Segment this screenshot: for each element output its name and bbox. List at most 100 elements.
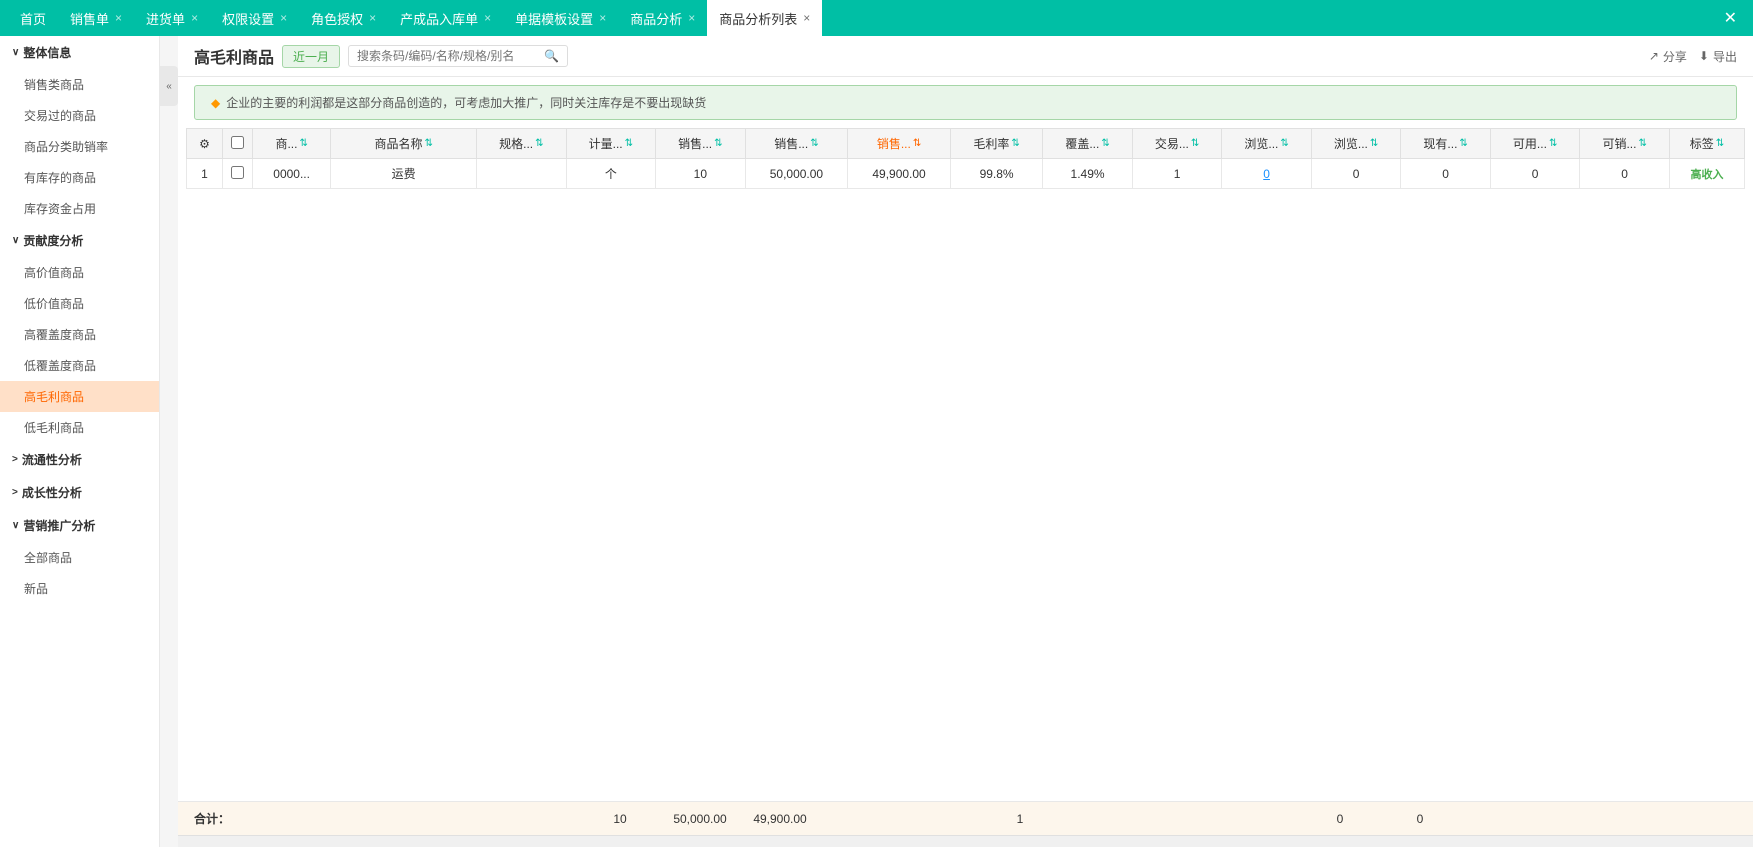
search-icon[interactable]: 🔍	[544, 49, 559, 63]
footer-available: 0	[1300, 812, 1380, 826]
cell-spec	[477, 159, 567, 189]
col-unit[interactable]: 计量...⇅	[566, 129, 656, 159]
sidebar-item-商品分类助销率[interactable]: 商品分类助销率	[0, 131, 159, 162]
cell-tag: 高收入	[1669, 159, 1744, 189]
sidebar-group-label: 成长性分析	[22, 484, 82, 501]
share-icon: ↗	[1649, 49, 1659, 63]
footer-browse2	[1140, 812, 1220, 826]
col-current-stock[interactable]: 现有...⇅	[1401, 129, 1491, 159]
col-sales-profit[interactable]: 销售...⇅	[848, 129, 951, 159]
nav-item-商品分析列表[interactable]: 商品分析列表×	[707, 0, 822, 36]
sidebar-group-label: 整体信息	[23, 44, 71, 61]
nav-item-进货单[interactable]: 进货单×	[134, 0, 210, 36]
sidebar-group-流通性分析[interactable]: >流通性分析	[0, 443, 159, 476]
page-title: 高毛利商品	[194, 44, 274, 68]
cell-code: 0000...	[253, 159, 331, 189]
close-tab-商品分析列表[interactable]: ×	[803, 11, 810, 25]
sidebar-group-整体信息[interactable]: ∨ 整体信息	[0, 36, 159, 69]
close-tab-产成品入库单[interactable]: ×	[484, 11, 491, 25]
col-browse1[interactable]: 浏览...⇅	[1222, 129, 1312, 159]
sidebar-item-高毛利商品[interactable]: 高毛利商品	[0, 381, 159, 412]
cell-browse1[interactable]: 0	[1222, 159, 1312, 189]
sidebar-item-交易过的商品[interactable]: 交易过的商品	[0, 100, 159, 131]
col-available[interactable]: 可用...⇅	[1490, 129, 1580, 159]
sidebar-arrow: ∨	[12, 235, 19, 246]
cell-gross-margin: 99.8%	[950, 159, 1042, 189]
close-tab-进货单[interactable]: ×	[191, 11, 198, 25]
info-text: 企业的主要的利润都是这部分商品创造的，可考虑加大推广，同时关注库存是不要出现缺货	[226, 94, 706, 111]
sidebar-item-高覆盖度商品[interactable]: 高覆盖度商品	[0, 319, 159, 350]
col-browse2[interactable]: 浏览...⇅	[1311, 129, 1401, 159]
close-tab-商品分析[interactable]: ×	[688, 11, 695, 25]
col-tag[interactable]: 标签⇅	[1669, 129, 1744, 159]
table-container: ⚙ 商...⇅ 商品名称⇅ 规格...⇅ 计量...⇅ 销售...⇅ 销售...…	[178, 128, 1753, 801]
sidebar-collapse-btn[interactable]: «	[160, 66, 178, 106]
sidebar-arrow: ∨	[12, 47, 19, 58]
cell-trade: 1	[1132, 159, 1222, 189]
nav-item-商品分析[interactable]: 商品分析×	[618, 0, 707, 36]
col-coverage[interactable]: 覆盖...⇅	[1043, 129, 1133, 159]
col-sales-amount[interactable]: 销售...⇅	[745, 129, 848, 159]
share-btn[interactable]: ↗ 分享	[1649, 48, 1687, 65]
nav-item-角色授权[interactable]: 角色授权×	[299, 0, 388, 36]
col-code[interactable]: 商...⇅	[253, 129, 331, 159]
footer-spacer2	[340, 812, 420, 826]
col-name[interactable]: 商品名称⇅	[331, 129, 477, 159]
export-icon: ⬇	[1699, 49, 1709, 63]
close-tab-角色授权[interactable]: ×	[369, 11, 376, 25]
footer-spacer6	[900, 812, 980, 826]
footer-spacer1	[260, 812, 340, 826]
close-tab-销售单[interactable]: ×	[115, 11, 122, 25]
footer-spacer7	[1220, 812, 1300, 826]
row-checkbox[interactable]	[231, 166, 244, 179]
close-tab-权限设置[interactable]: ×	[280, 11, 287, 25]
nav-item-首页[interactable]: 首页	[8, 0, 58, 36]
cell-sales-profit: 49,900.00	[848, 159, 951, 189]
col-gross-margin[interactable]: 毛利率⇅	[950, 129, 1042, 159]
nav-item-权限设置[interactable]: 权限设置×	[210, 0, 299, 36]
sidebar-item-高价值商品[interactable]: 高价值商品	[0, 257, 159, 288]
main-layout: ∨ 整体信息销售类商品交易过的商品商品分类助销率有库存的商品库存资金占用∨贡献度分…	[0, 36, 1753, 847]
footer-cols: 10 50,000.00 49,900.00 1 0 0	[260, 812, 1737, 826]
sidebar-item-新品[interactable]: 新品	[0, 573, 159, 604]
sidebar-item-低价值商品[interactable]: 低价值商品	[0, 288, 159, 319]
cell-available: 0	[1490, 159, 1580, 189]
footer-sales-qty: 10	[580, 812, 660, 826]
footer-sellable: 0	[1380, 812, 1460, 826]
search-input[interactable]	[357, 49, 540, 63]
filter-btn[interactable]: 近一月	[282, 45, 340, 68]
col-sellable[interactable]: 可销...⇅	[1580, 129, 1670, 159]
footer-label: 合计：	[194, 810, 230, 827]
sidebar-item-低覆盖度商品[interactable]: 低覆盖度商品	[0, 350, 159, 381]
sidebar-group-成长性分析[interactable]: >成长性分析	[0, 476, 159, 509]
sidebar-item-库存资金占用[interactable]: 库存资金占用	[0, 193, 159, 224]
close-tab-单据模板设置[interactable]: ×	[599, 11, 606, 25]
sidebar-group-贡献度分析[interactable]: ∨贡献度分析	[0, 224, 159, 257]
col-spec[interactable]: 规格...⇅	[477, 129, 567, 159]
nav-item-产成品入库单[interactable]: 产成品入库单×	[388, 0, 503, 36]
export-btn[interactable]: ⬇ 导出	[1699, 48, 1737, 65]
sidebar-group-营销推广分析[interactable]: ∨营销推广分析	[0, 509, 159, 542]
col-trade[interactable]: 交易...⇅	[1132, 129, 1222, 159]
sidebar-item-销售类商品[interactable]: 销售类商品	[0, 69, 159, 100]
horizontal-scrollbar[interactable]	[178, 835, 1753, 847]
sidebar-item-低毛利商品[interactable]: 低毛利商品	[0, 412, 159, 443]
header-actions: ↗ 分享 ⬇ 导出	[1649, 48, 1737, 65]
cell-browse2: 0	[1311, 159, 1401, 189]
footer-sales-amount: 50,000.00	[660, 812, 740, 826]
close-all-tabs[interactable]: ✕	[1716, 8, 1745, 28]
info-icon: ◆	[211, 96, 220, 110]
cell-checkbox[interactable]	[223, 159, 253, 189]
sidebar-arrow: >	[12, 454, 18, 465]
nav-item-销售单[interactable]: 销售单×	[58, 0, 134, 36]
select-all-checkbox[interactable]	[231, 136, 244, 149]
col-settings[interactable]: ⚙	[187, 129, 223, 159]
search-box: 🔍	[348, 45, 568, 67]
col-sales-qty[interactable]: 销售...⇅	[656, 129, 746, 159]
nav-item-单据模板设置[interactable]: 单据模板设置×	[503, 0, 618, 36]
cell-sellable: 0	[1580, 159, 1670, 189]
sidebar-item-全部商品[interactable]: 全部商品	[0, 542, 159, 573]
col-checkbox[interactable]	[223, 129, 253, 159]
sidebar-item-有库存的商品[interactable]: 有库存的商品	[0, 162, 159, 193]
footer-trade: 1	[980, 812, 1060, 826]
